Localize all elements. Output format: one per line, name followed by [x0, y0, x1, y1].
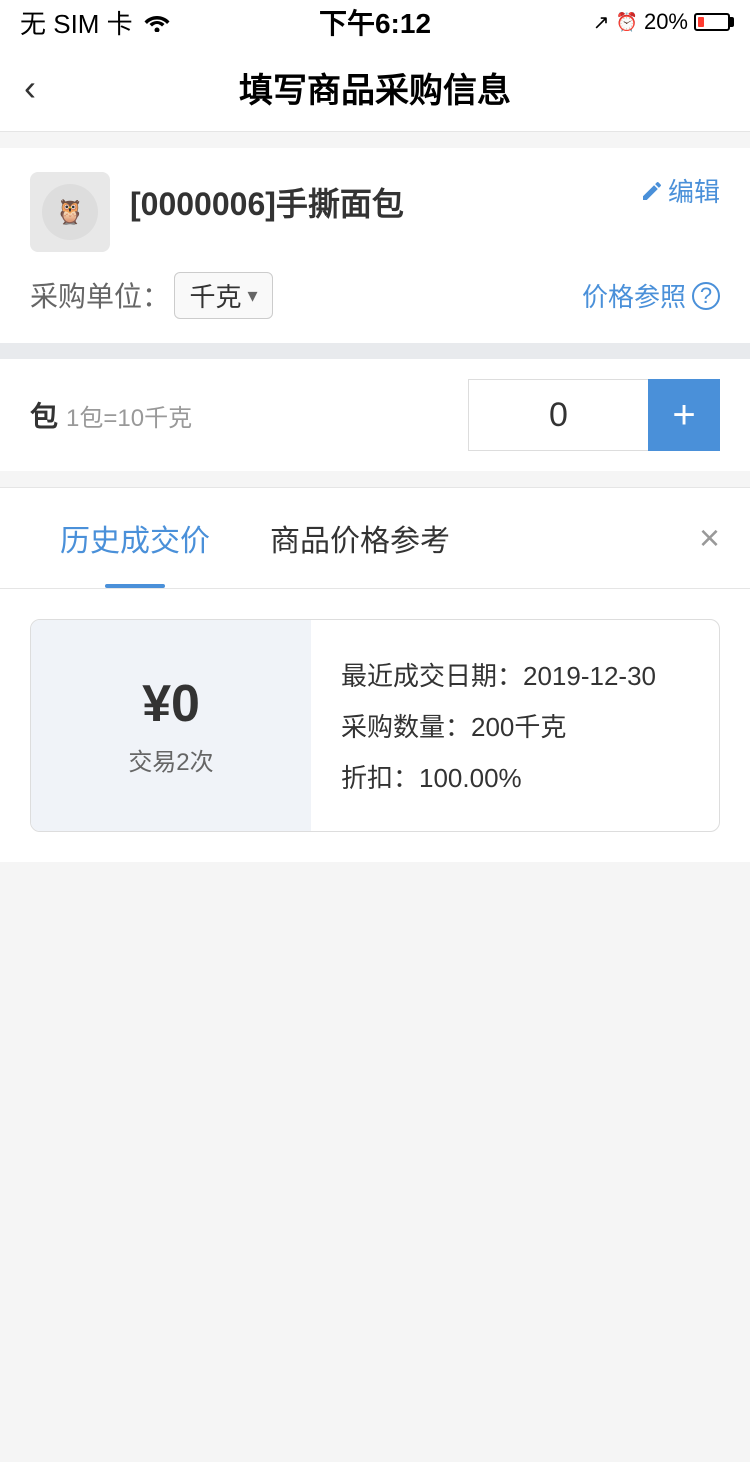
status-bar: 无 SIM 卡 下午6:12 ↗ ⏰ 20% [0, 0, 750, 44]
alarm-icon: ⏰ [616, 12, 638, 33]
pkg-unit: 包 [30, 395, 58, 435]
pkg-equiv: 1包=10千克 [66, 398, 192, 433]
discount-row: 折扣：100.00% [341, 758, 689, 795]
tab-product-price-ref[interactable]: 商品价格参考 [240, 488, 480, 588]
nav-bar: ‹ 填写商品采购信息 [0, 44, 750, 132]
back-button[interactable]: ‹ [24, 67, 36, 109]
panel-close-button[interactable]: × [699, 517, 720, 559]
discount-value: 100.00% [419, 763, 522, 793]
quantity-input[interactable] [468, 379, 648, 451]
status-right: ↗ ⏰ 20% [593, 9, 730, 35]
section-divider [0, 343, 750, 359]
tabs-row: 历史成交价 商品价格参考 × [0, 488, 750, 589]
product-logo: 🦉 [40, 182, 100, 242]
page-title: 填写商品采购信息 [239, 63, 511, 112]
battery-icon [694, 13, 730, 31]
recent-date-row: 最近成交日期：2019-12-30 [341, 656, 689, 693]
unit-label-group: 采购单位： 千克 ▾ [30, 272, 273, 319]
quantity-section: 包 1包=10千克 + [0, 359, 750, 471]
status-time: 下午6:12 [319, 2, 431, 42]
unit-select[interactable]: 千克 ▾ [174, 272, 272, 319]
recent-date-label: 最近成交日期： [341, 661, 523, 691]
purchase-qty-label: 采购数量： [341, 712, 471, 742]
recent-date-value: 2019-12-30 [523, 661, 656, 691]
battery-percent: 20% [644, 9, 688, 35]
product-header: 🦉 [0000006]手撕面包 编辑 [30, 172, 720, 252]
discount-label: 折扣： [341, 763, 419, 793]
edit-button[interactable]: 编辑 [640, 172, 720, 209]
purchase-qty-value: 200千克 [471, 712, 566, 742]
product-info: [0000006]手撕面包 [130, 179, 404, 245]
tab-history-price[interactable]: 历史成交价 [30, 488, 240, 588]
price-ref-button[interactable]: 价格参照 ? [582, 277, 720, 314]
product-name: [0000006]手撕面包 [130, 179, 404, 225]
wifi-icon [143, 12, 171, 32]
bottom-panel: 历史成交价 商品价格参考 × ¥0 交易2次 最近成交日期：2019-12-30… [0, 487, 750, 862]
history-card: ¥0 交易2次 最近成交日期：2019-12-30 采购数量：200千克 折扣：… [30, 619, 720, 832]
trade-count: 交易2次 [128, 742, 213, 777]
package-label: 包 1包=10千克 [30, 395, 192, 435]
product-section: 🦉 [0000006]手撕面包 编辑 采购单位： 千克 ▾ 价格参照 ? [0, 148, 750, 343]
info-icon: ? [692, 282, 720, 310]
location-icon: ↗ [593, 10, 610, 35]
status-carrier: 无 SIM 卡 [20, 4, 171, 41]
edit-icon [640, 179, 664, 203]
history-content: ¥0 交易2次 最近成交日期：2019-12-30 采购数量：200千克 折扣：… [0, 589, 750, 862]
purchase-qty-row: 采购数量：200千克 [341, 707, 689, 744]
svg-text:🦉: 🦉 [55, 199, 85, 226]
product-thumbnail: 🦉 [30, 172, 110, 252]
unit-value: 千克 [189, 277, 241, 314]
empty-background [0, 862, 750, 1462]
card-details: 最近成交日期：2019-12-30 采购数量：200千克 折扣：100.00% [311, 620, 719, 831]
card-price-summary: ¥0 交易2次 [31, 620, 311, 831]
quantity-control: + [468, 379, 720, 451]
product-unit-row: 采购单位： 千克 ▾ 价格参照 ? [30, 272, 720, 319]
product-left: 🦉 [0000006]手撕面包 [30, 172, 404, 252]
quantity-plus-button[interactable]: + [648, 379, 720, 451]
history-price: ¥0 [142, 674, 200, 734]
dropdown-arrow: ▾ [247, 283, 257, 308]
unit-label: 采购单位： [30, 281, 170, 312]
